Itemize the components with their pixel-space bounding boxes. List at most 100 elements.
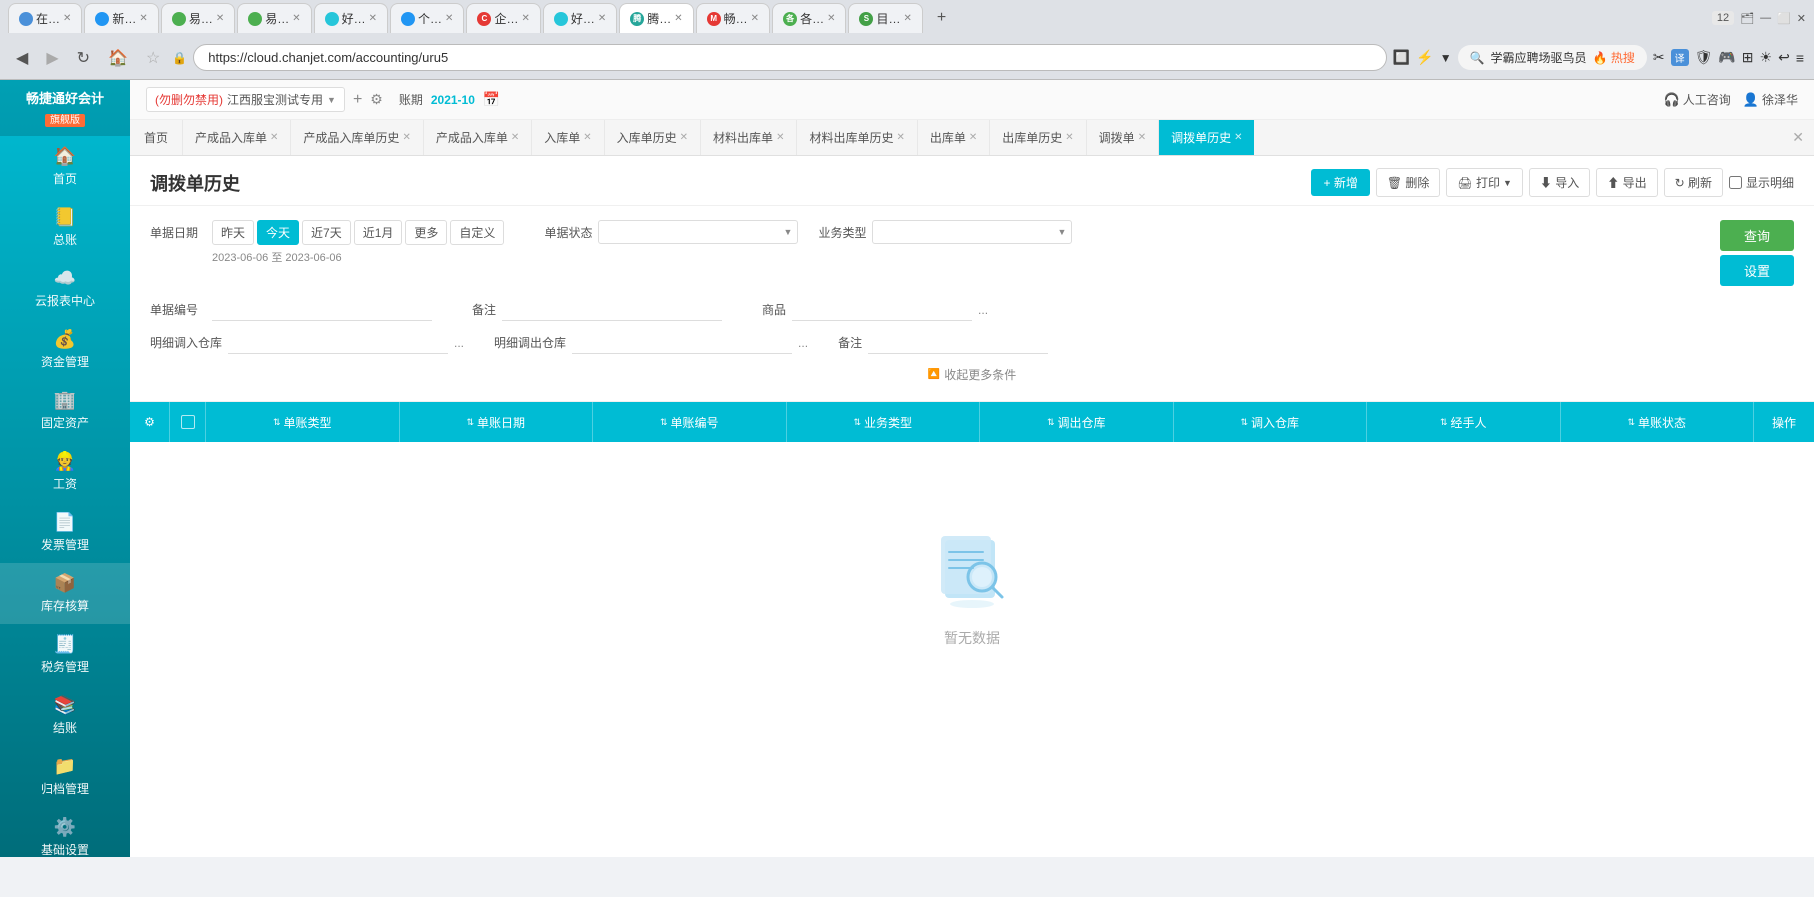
consult-btn[interactable]: 🎧 人工咨询 [1664, 91, 1731, 108]
settings-filter-btn[interactable]: 设置 [1720, 255, 1794, 286]
bookmark-btn[interactable]: ☆ [140, 45, 166, 71]
period-label: 账期 [399, 91, 423, 108]
detail-in-input[interactable] [228, 331, 448, 354]
browser-tab-3[interactable]: 易… ✕ [161, 3, 235, 33]
browser-tab-8[interactable]: 好… ✕ [543, 3, 617, 33]
export-btn[interactable]: ⬆ 导出 [1596, 168, 1657, 197]
date-7days-btn[interactable]: 近7天 [302, 220, 351, 245]
detail-in-filter: 明细调入仓库 ... [150, 331, 464, 354]
th-biz[interactable]: ⇅ 业务类型 [787, 402, 981, 442]
dropdown-arrow[interactable]: ▼ [1440, 51, 1452, 65]
date-yesterday-btn[interactable]: 昨天 [212, 220, 254, 245]
refresh-page-btn[interactable]: ↻ 刷新 [1664, 168, 1723, 197]
filter-area: 单据日期 昨天 今天 近7天 近1月 更多 自定义 2023-06-06 至 2… [130, 206, 1814, 402]
company-selector[interactable]: (勿删勿禁用) 江西服宝测试专用 ▼ [146, 87, 345, 112]
user-icon: 👤 [1743, 92, 1759, 108]
goods-input[interactable] [792, 298, 972, 321]
company-prefix: (勿删勿禁用) [155, 91, 223, 108]
calendar-icon[interactable]: 📅 [483, 91, 500, 108]
tab-material-outbound-history[interactable]: 材料出库单历史 ✕ [797, 120, 917, 155]
th-handler[interactable]: ⇅ 经手人 [1367, 402, 1561, 442]
hot-label: 🔥 热搜 [1593, 49, 1635, 66]
sidebar-item-cloud-report[interactable]: ☁️ 云报表中心 [0, 258, 130, 319]
url-input[interactable] [193, 44, 1387, 71]
home-btn[interactable]: 🏠 [102, 45, 134, 71]
doc-num-input[interactable] [212, 298, 432, 321]
sidebar-item-home[interactable]: 🏠 首页 [0, 136, 130, 197]
refresh-btn[interactable]: ↻ [71, 45, 96, 71]
tab-home[interactable]: 首页 [130, 120, 183, 155]
sidebar-item-inventory[interactable]: 📦 库存核算 [0, 563, 130, 624]
tab-product-inbound-2[interactable]: 产成品入库单 ✕ [424, 120, 532, 155]
browser-tab-5[interactable]: 好… ✕ [314, 3, 388, 33]
th-num[interactable]: ⇅ 单账编号 [593, 402, 787, 442]
settings-icon[interactable]: ⚙ [370, 91, 383, 108]
note-input[interactable] [502, 298, 722, 321]
query-btn[interactable]: 查询 [1720, 220, 1794, 251]
detail-out-more-icon[interactable]: ... [798, 336, 808, 350]
import-btn[interactable]: ⬇ 导入 [1529, 168, 1590, 197]
sidebar-item-basic[interactable]: ⚙️ 基础设置 [0, 807, 130, 857]
th-status[interactable]: ⇅ 单账状态 [1561, 402, 1755, 442]
detail-note-input[interactable] [868, 331, 1048, 354]
sidebar-item-archive[interactable]: 📁 归档管理 [0, 746, 130, 807]
th-type[interactable]: ⇅ 单账类型 [206, 402, 400, 442]
sidebar-item-funds[interactable]: 💰 资金管理 [0, 319, 130, 380]
browser-tab-7[interactable]: C 企… ✕ [466, 3, 540, 33]
browser-tab-4[interactable]: 易… ✕ [237, 3, 311, 33]
browser-tab-12[interactable]: S 目… ✕ [848, 3, 922, 33]
biz-type-select[interactable] [872, 220, 1072, 244]
tab-product-inbound[interactable]: 产成品入库单 ✕ [183, 120, 291, 155]
tab-inbound[interactable]: 入库单 ✕ [532, 120, 604, 155]
browser-tab-11[interactable]: 各 各… ✕ [772, 3, 846, 33]
tab-transfer-history[interactable]: 调拨单历史 ✕ [1159, 120, 1254, 155]
new-tab-btn[interactable]: + [929, 5, 954, 31]
new-btn[interactable]: + 新增 [1311, 169, 1369, 196]
sidebar-item-salary[interactable]: 👷 工资 [0, 441, 130, 502]
browser-tab-10[interactable]: M 畅… ✕ [696, 3, 770, 33]
detail-in-more-icon[interactable]: ... [454, 336, 464, 350]
date-1month-btn[interactable]: 近1月 [354, 220, 403, 245]
th-gear[interactable]: ⚙ [130, 402, 170, 442]
date-custom-btn[interactable]: 自定义 [450, 220, 504, 245]
sidebar-item-tax[interactable]: 🧾 税务管理 [0, 624, 130, 685]
browser-tab-2[interactable]: 新… ✕ [84, 3, 158, 33]
th-date[interactable]: ⇅ 单账日期 [400, 402, 594, 442]
delete-btn[interactable]: 🗑 删除 [1376, 168, 1441, 197]
back-btn[interactable]: ◀ [10, 45, 34, 71]
display-toggle-checkbox[interactable] [1729, 176, 1742, 189]
tab-outbound[interactable]: 出库单 ✕ [918, 120, 990, 155]
tab-close-all[interactable]: ✕ [1782, 121, 1814, 154]
sidebar-item-ledger[interactable]: 📒 总账 [0, 197, 130, 258]
browser-tab-9[interactable]: 腾 腾… ✕ [619, 3, 693, 33]
browser-tab-6[interactable]: 个… ✕ [390, 3, 464, 33]
collapse-btn[interactable]: 🔼 收起更多条件 [150, 362, 1794, 387]
detail-out-input[interactable] [572, 331, 792, 354]
status-filter: 单据状态 ▼ [544, 220, 798, 244]
goods-more-icon[interactable]: ... [978, 303, 988, 317]
sidebar-item-invoice[interactable]: 📄 发票管理 [0, 502, 130, 563]
th-in-wh[interactable]: ⇅ 调入仓库 [1174, 402, 1368, 442]
sidebar-item-assets[interactable]: 🏢 固定资产 [0, 380, 130, 441]
tab-product-inbound-history[interactable]: 产成品入库单历史 ✕ [291, 120, 423, 155]
address-bar-row: ◀ ▶ ↻ 🏠 ☆ 🔒 🔲 ⚡ ▼ 🔍 学霸应聘场驱鸟员 🔥 热搜 ✂ 译 🛡 … [0, 36, 1814, 80]
sidebar-item-settle[interactable]: 📚 结账 [0, 685, 130, 746]
page-header: 调拨单历史 + 新增 🗑 删除 🖨 打印 ▼ ⬇ 导入 ⬆ 导出 ↻ 刷新 显示… [130, 156, 1814, 206]
tab-transfer[interactable]: 调拨单 ✕ [1087, 120, 1159, 155]
status-select[interactable] [598, 220, 798, 244]
browser-tab[interactable]: 在… ✕ [8, 3, 82, 33]
add-company-btn[interactable]: + [353, 91, 362, 109]
print-btn[interactable]: 🖨 打印 ▼ [1446, 168, 1523, 197]
date-more-btn[interactable]: 更多 [405, 220, 447, 245]
tab-material-outbound[interactable]: 材料出库单 ✕ [701, 120, 797, 155]
tab-inbound-history[interactable]: 入库单历史 ✕ [605, 120, 701, 155]
tab-outbound-history[interactable]: 出库单历史 ✕ [990, 120, 1086, 155]
display-toggle[interactable]: 显示明细 [1729, 174, 1794, 191]
th-out-wh[interactable]: ⇅ 调出仓库 [980, 402, 1174, 442]
forward-btn[interactable]: ▶ [40, 45, 64, 71]
user-avatar[interactable]: 👤 徐泽华 [1743, 91, 1798, 108]
search-text: 学霸应聘场驱鸟员 [1491, 49, 1587, 66]
sort-icon-date: ⇅ [466, 417, 474, 428]
date-today-btn[interactable]: 今天 [257, 220, 299, 245]
th-checkbox[interactable] [170, 402, 206, 442]
